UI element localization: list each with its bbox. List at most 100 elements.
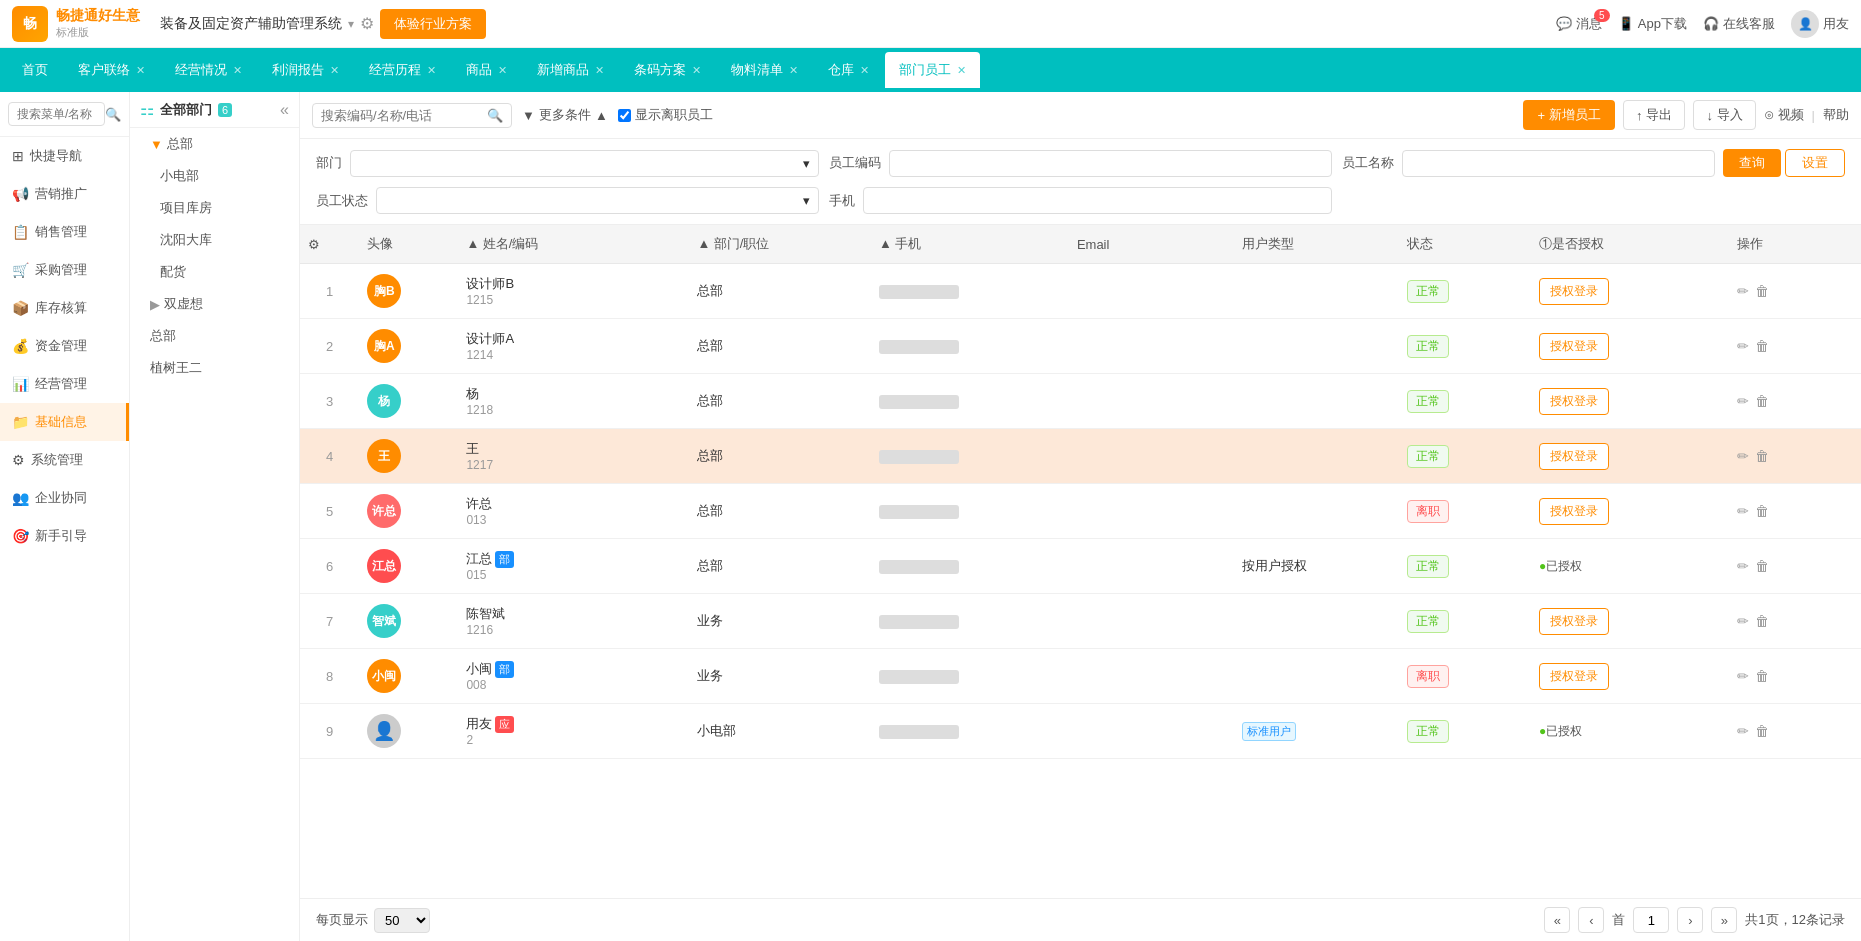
sidebar-item-finance[interactable]: 💰 资金管理 [0, 327, 129, 365]
dept-item-distribution[interactable]: 配货 [130, 256, 299, 288]
tab-close-icon[interactable]: ✕ [498, 64, 507, 77]
filter-dept-select[interactable]: ▾ [350, 150, 819, 177]
edit-icon[interactable]: ✏ [1737, 503, 1749, 519]
last-page-button[interactable]: » [1711, 907, 1737, 933]
auth-button[interactable]: 授权登录 [1539, 608, 1609, 635]
edit-icon[interactable]: ✏ [1737, 448, 1749, 464]
employee-search-input[interactable] [321, 108, 481, 123]
employee-name-input[interactable] [1402, 150, 1715, 177]
sidebar-item-marketing[interactable]: 📢 营销推广 [0, 175, 129, 213]
dept-item-project[interactable]: 项目库房 [130, 192, 299, 224]
per-page-select[interactable]: 50 100 [374, 908, 430, 933]
dept-item-zongbu[interactable]: ▼ 总部 [130, 128, 299, 160]
sidebar-item-operations[interactable]: 📊 经营管理 [0, 365, 129, 403]
dept-item-zongbu2[interactable]: 总部 [130, 320, 299, 352]
dept-item-xiaodian[interactable]: 小电部 [130, 160, 299, 192]
app-download-button[interactable]: 📱 App下载 [1618, 15, 1687, 33]
edit-icon[interactable]: ✏ [1737, 558, 1749, 574]
edit-icon[interactable]: ✏ [1737, 283, 1749, 299]
dept-collapse-icon[interactable]: « [280, 101, 289, 119]
tab-goods[interactable]: 商品 ✕ [452, 52, 521, 88]
dept-item-shenyang[interactable]: 沈阳大库 [130, 224, 299, 256]
edit-icon[interactable]: ✏ [1737, 613, 1749, 629]
phone-input[interactable] [863, 187, 1332, 214]
export-button[interactable]: ↑ 导出 [1623, 100, 1686, 130]
col-dept[interactable]: ▲ 部门/职位 [689, 225, 871, 264]
tab-warehouse[interactable]: 仓库 ✕ [814, 52, 883, 88]
tab-new-goods[interactable]: 新增商品 ✕ [523, 52, 618, 88]
sidebar-item-collab[interactable]: 👥 企业协同 [0, 479, 129, 517]
delete-icon[interactable]: 🗑 [1755, 283, 1769, 299]
add-employee-button[interactable]: + 新增员工 [1523, 100, 1615, 130]
tab-close-icon[interactable]: ✕ [233, 64, 242, 77]
sidebar-item-sales[interactable]: 📋 销售管理 [0, 213, 129, 251]
more-filter-button[interactable]: ▼ 更多条件 ▲ [522, 106, 608, 124]
sidebar-item-basic[interactable]: 📁 基础信息 [0, 403, 129, 441]
dept-item-shuangxu[interactable]: ▶ 双虚想 [130, 288, 299, 320]
edit-icon[interactable]: ✏ [1737, 393, 1749, 409]
tab-close-icon[interactable]: ✕ [692, 64, 701, 77]
col-name[interactable]: ▲ 姓名/编码 [458, 225, 689, 264]
delete-icon[interactable]: 🗑 [1755, 613, 1769, 629]
first-page-button[interactable]: « [1544, 907, 1570, 933]
settings-icon[interactable]: ⚙ [360, 14, 374, 33]
page-number-input[interactable] [1633, 907, 1669, 933]
edit-icon[interactable]: ✏ [1737, 338, 1749, 354]
tab-operation[interactable]: 经营情况 ✕ [161, 52, 256, 88]
delete-icon[interactable]: 🗑 [1755, 393, 1769, 409]
auth-button[interactable]: 授权登录 [1539, 498, 1609, 525]
message-button[interactable]: 💬 消息 5 [1556, 15, 1602, 33]
delete-icon[interactable]: 🗑 [1755, 503, 1769, 519]
edit-icon[interactable]: ✏ [1737, 723, 1749, 739]
auth-button[interactable]: 授权登录 [1539, 333, 1609, 360]
view-button[interactable]: ⊙ 视频 [1764, 106, 1804, 124]
online-service-button[interactable]: 🎧 在线客服 [1703, 15, 1775, 33]
tab-customer[interactable]: 客户联络 ✕ [64, 52, 159, 88]
sidebar-item-system[interactable]: ⚙ 系统管理 [0, 441, 129, 479]
tab-close-icon[interactable]: ✕ [427, 64, 436, 77]
filter-status-select[interactable]: ▾ [376, 187, 819, 214]
sidebar-item-quick-nav[interactable]: ⊞ 快捷导航 [0, 137, 129, 175]
tab-bom[interactable]: 物料清单 ✕ [717, 52, 812, 88]
prev-page-button[interactable]: ‹ [1578, 907, 1604, 933]
tab-history[interactable]: 经营历程 ✕ [355, 52, 450, 88]
edit-icon[interactable]: ✏ [1737, 668, 1749, 684]
tab-department[interactable]: 部门员工 ✕ [885, 52, 980, 88]
dept-item-zhishu[interactable]: 植树王二 [130, 352, 299, 384]
auth-button[interactable]: 授权登录 [1539, 443, 1609, 470]
filter-set-button[interactable]: 设置 [1785, 149, 1845, 177]
auth-button[interactable]: 授权登录 [1539, 388, 1609, 415]
next-page-button[interactable]: › [1677, 907, 1703, 933]
delete-icon[interactable]: 🗑 [1755, 448, 1769, 464]
tab-barcode[interactable]: 条码方案 ✕ [620, 52, 715, 88]
col-phone[interactable]: ▲ 手机 [871, 225, 1069, 264]
delete-icon[interactable]: 🗑 [1755, 668, 1769, 684]
sidebar-item-purchase[interactable]: 🛒 采购管理 [0, 251, 129, 289]
tab-close-icon[interactable]: ✕ [136, 64, 145, 77]
sidebar-search-input[interactable] [8, 102, 105, 126]
tab-home[interactable]: 首页 [8, 52, 62, 88]
help-button[interactable]: 帮助 [1823, 106, 1849, 124]
user-menu[interactable]: 👤 用友 [1791, 10, 1849, 38]
auth-button[interactable]: 授权登录 [1539, 278, 1609, 305]
sidebar-item-inventory[interactable]: 📦 库存核算 [0, 289, 129, 327]
delete-icon[interactable]: 🗑 [1755, 558, 1769, 574]
trial-button[interactable]: 体验行业方案 [380, 9, 486, 39]
tab-close-icon[interactable]: ✕ [860, 64, 869, 77]
tab-close-icon[interactable]: ✕ [595, 64, 604, 77]
import-button[interactable]: ↓ 导入 [1693, 100, 1756, 130]
delete-icon[interactable]: 🗑 [1755, 338, 1769, 354]
sidebar-item-guide[interactable]: 🎯 新手引导 [0, 517, 129, 555]
auth-button[interactable]: 授权登录 [1539, 663, 1609, 690]
filter-search-button[interactable]: 查询 [1723, 149, 1781, 177]
tab-profit[interactable]: 利润报告 ✕ [258, 52, 353, 88]
dropdown-arrow-icon[interactable]: ▾ [348, 17, 354, 31]
employee-code-input[interactable] [889, 150, 1332, 177]
tab-close-icon[interactable]: ✕ [330, 64, 339, 77]
tab-close-icon[interactable]: ✕ [957, 64, 966, 77]
tab-close-icon[interactable]: ✕ [789, 64, 798, 77]
show-resigned-checkbox[interactable] [618, 109, 631, 122]
delete-icon[interactable]: 🗑 [1755, 723, 1769, 739]
col-settings[interactable]: ⚙ [300, 225, 359, 264]
search-submit-icon[interactable]: 🔍 [487, 108, 503, 123]
